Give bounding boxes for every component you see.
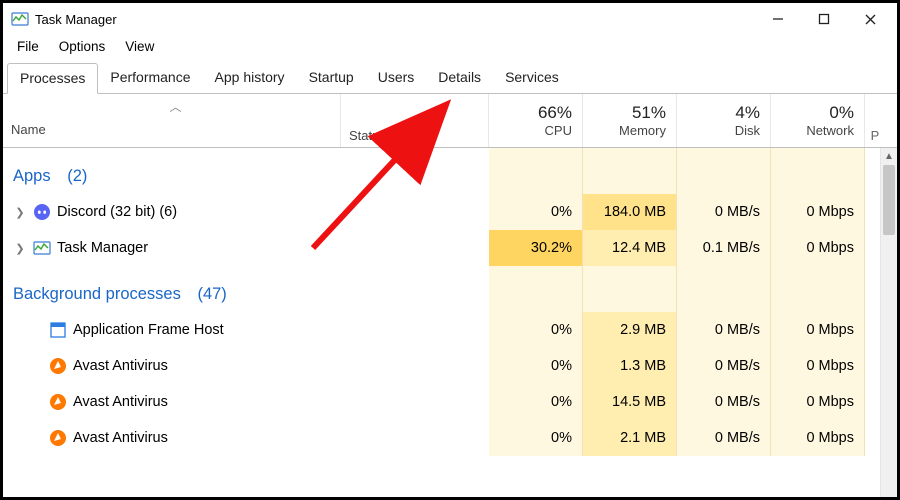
cell-disk: 0 MB/s: [677, 420, 771, 456]
cell-disk: 0.1 MB/s: [677, 230, 771, 266]
tab-app-history[interactable]: App history: [203, 63, 297, 94]
cell-memory: 14.5 MB: [583, 384, 677, 420]
vertical-scrollbar[interactable]: ▲: [880, 148, 897, 497]
column-cpu-label: CPU: [545, 123, 572, 138]
scroll-up-icon[interactable]: ▲: [881, 148, 897, 165]
tab-bar: Processes Performance App history Startu…: [3, 62, 897, 94]
menu-view[interactable]: View: [117, 37, 162, 56]
cell-disk: 0 MB/s: [677, 384, 771, 420]
cell-cpu: 0%: [489, 194, 583, 230]
group-apps-count: (2): [67, 167, 87, 186]
menubar: File Options View: [3, 35, 897, 62]
group-apps[interactable]: Apps (2): [3, 148, 897, 194]
process-name: Task Manager: [57, 240, 148, 256]
sort-indicator-icon: ︿: [11, 94, 340, 115]
process-name: Avast Antivirus: [73, 358, 168, 374]
cell-network: 0 Mbps: [771, 194, 865, 230]
tab-users[interactable]: Users: [366, 63, 427, 94]
cell-cpu: 0%: [489, 348, 583, 384]
column-edge-label: P: [871, 128, 880, 143]
column-disk-label: Disk: [735, 123, 760, 138]
group-bg-count: (47): [197, 285, 226, 304]
discord-icon: [33, 203, 51, 221]
column-header-row: ︿ Name Status 66% CPU 51% Memory 4% Disk…: [3, 94, 897, 148]
cell-cpu: 0%: [489, 384, 583, 420]
tab-startup[interactable]: Startup: [297, 63, 366, 94]
process-name: Discord (32 bit) (6): [57, 204, 177, 220]
process-list: Apps (2) ❯ Discord (32 bit) (6) 0% 184.0…: [3, 148, 897, 497]
column-cpu[interactable]: 66% CPU: [489, 94, 583, 147]
group-apps-label: Apps: [13, 167, 51, 186]
cell-memory: 1.3 MB: [583, 348, 677, 384]
process-row[interactable]: Avast Antivirus 0% 2.1 MB 0 MB/s 0 Mbps: [3, 420, 897, 456]
cell-cpu: 0%: [489, 420, 583, 456]
avast-icon: [49, 393, 67, 411]
tab-processes[interactable]: Processes: [7, 63, 98, 94]
group-bg-label: Background processes: [13, 285, 181, 304]
cell-memory: 2.9 MB: [583, 312, 677, 348]
chevron-right-icon[interactable]: ❯: [13, 242, 27, 255]
cell-disk: 0 MB/s: [677, 312, 771, 348]
cell-disk: 0 MB/s: [677, 348, 771, 384]
column-cpu-pct: 66%: [538, 103, 572, 123]
process-name: Avast Antivirus: [73, 394, 168, 410]
avast-icon: [49, 429, 67, 447]
task-manager-window: Task Manager File Options View Processes…: [0, 0, 900, 500]
group-background[interactable]: Background processes (47): [3, 266, 897, 312]
process-name: Application Frame Host: [73, 322, 224, 338]
taskmgr-icon: [11, 10, 29, 28]
tab-details[interactable]: Details: [426, 63, 493, 94]
cell-memory: 2.1 MB: [583, 420, 677, 456]
process-row[interactable]: Avast Antivirus 0% 1.3 MB 0 MB/s 0 Mbps: [3, 348, 897, 384]
cell-network: 0 Mbps: [771, 384, 865, 420]
cell-cpu: 30.2%: [489, 230, 583, 266]
column-network-pct: 0%: [829, 103, 854, 123]
column-memory-label: Memory: [619, 123, 666, 138]
menu-options[interactable]: Options: [51, 37, 114, 56]
column-status[interactable]: Status: [341, 94, 489, 147]
column-network[interactable]: 0% Network: [771, 94, 865, 147]
process-row[interactable]: Avast Antivirus 0% 14.5 MB 0 MB/s 0 Mbps: [3, 384, 897, 420]
cell-network: 0 Mbps: [771, 348, 865, 384]
tab-services[interactable]: Services: [493, 63, 571, 94]
column-status-label: Status: [349, 128, 386, 143]
taskmgr-icon: [33, 239, 51, 257]
column-disk-pct: 4%: [735, 103, 760, 123]
column-name[interactable]: ︿ Name: [3, 94, 341, 147]
column-memory[interactable]: 51% Memory: [583, 94, 677, 147]
titlebar: Task Manager: [3, 3, 897, 35]
column-name-label: Name: [11, 122, 340, 141]
column-memory-pct: 51%: [632, 103, 666, 123]
process-row[interactable]: ❯ Task Manager 30.2% 12.4 MB 0.1 MB/s 0 …: [3, 230, 897, 266]
cell-disk: 0 MB/s: [677, 194, 771, 230]
app-frame-icon: [49, 321, 67, 339]
column-edge[interactable]: P: [865, 94, 885, 147]
process-row[interactable]: Application Frame Host 0% 2.9 MB 0 MB/s …: [3, 312, 897, 348]
cell-memory: 12.4 MB: [583, 230, 677, 266]
close-button[interactable]: [847, 4, 893, 34]
column-disk[interactable]: 4% Disk: [677, 94, 771, 147]
window-title: Task Manager: [35, 12, 117, 27]
tab-performance[interactable]: Performance: [98, 63, 202, 94]
cell-memory: 184.0 MB: [583, 194, 677, 230]
process-row[interactable]: ❯ Discord (32 bit) (6) 0% 184.0 MB 0 MB/…: [3, 194, 897, 230]
avast-icon: [49, 357, 67, 375]
column-network-label: Network: [806, 123, 854, 138]
process-name: Avast Antivirus: [73, 430, 168, 446]
cell-network: 0 Mbps: [771, 312, 865, 348]
cell-network: 0 Mbps: [771, 230, 865, 266]
maximize-button[interactable]: [801, 4, 847, 34]
scrollbar-thumb[interactable]: [883, 165, 895, 235]
cell-network: 0 Mbps: [771, 420, 865, 456]
menu-file[interactable]: File: [9, 37, 47, 56]
window-controls: [755, 4, 893, 34]
cell-cpu: 0%: [489, 312, 583, 348]
minimize-button[interactable]: [755, 4, 801, 34]
chevron-right-icon[interactable]: ❯: [13, 206, 27, 219]
